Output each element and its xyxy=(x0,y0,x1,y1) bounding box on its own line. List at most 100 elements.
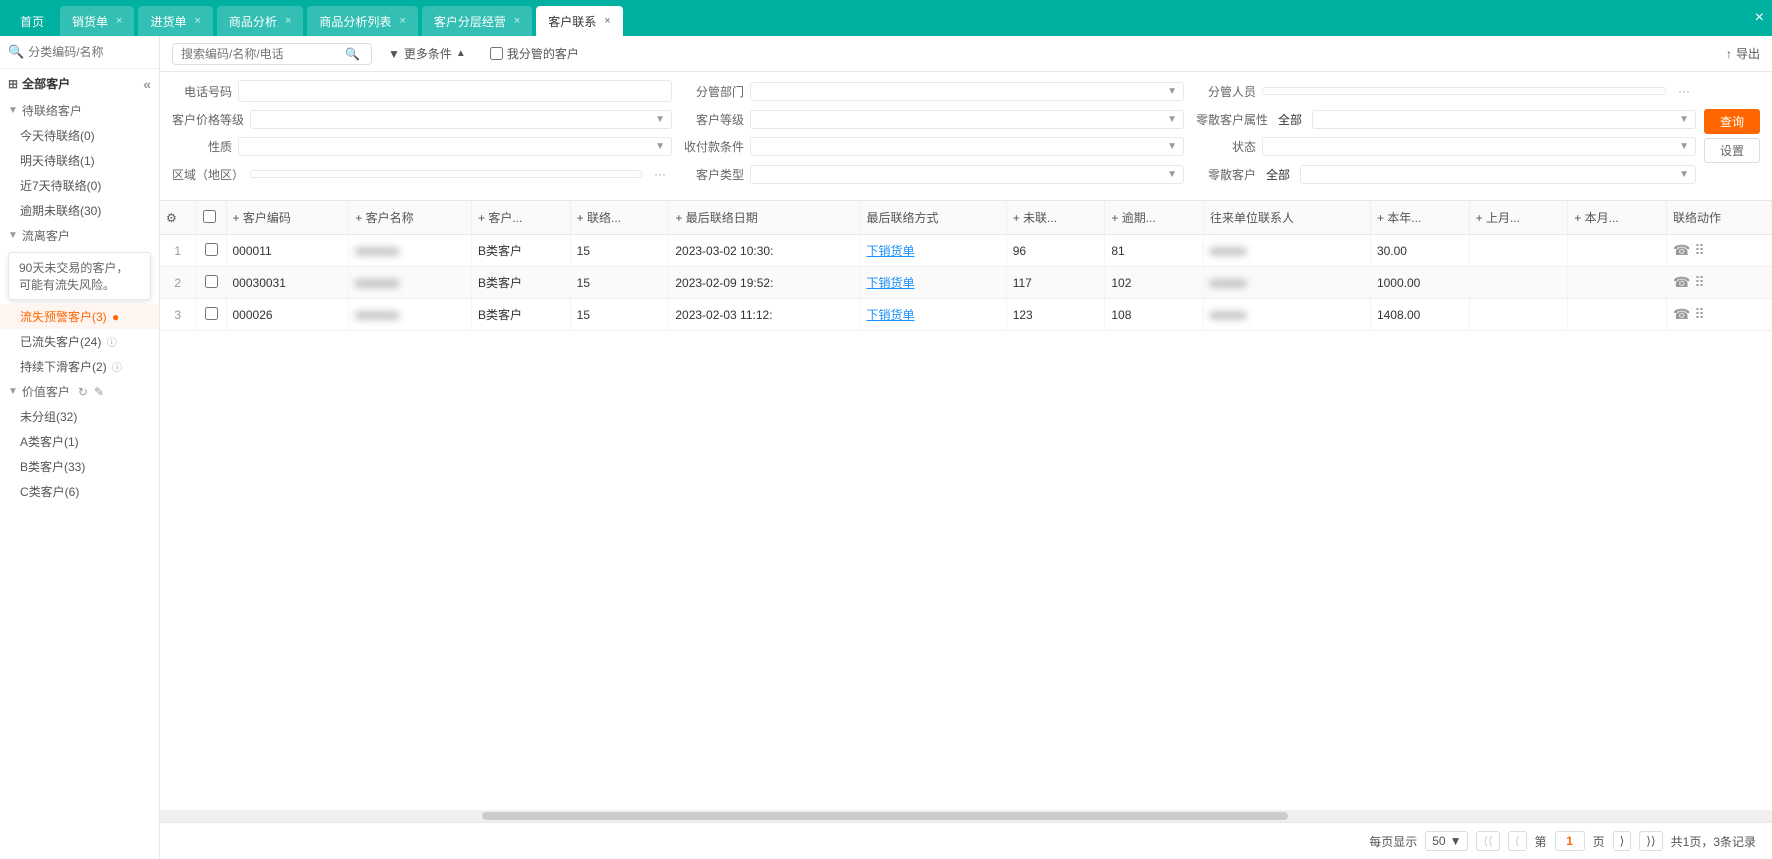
tab-purchase[interactable]: 进货单 × xyxy=(138,6,212,36)
col-this-year[interactable]: + 本年... xyxy=(1370,201,1469,235)
col-action[interactable]: 联络动作 xyxy=(1666,201,1771,235)
row-last-contact-method[interactable]: 下销货单 xyxy=(860,267,1006,299)
phone-input[interactable] xyxy=(238,80,672,102)
manager-more-btn[interactable]: ··· xyxy=(1672,81,1696,101)
sidebar-item-week-pending[interactable]: 近7天待联络(0) xyxy=(0,173,159,198)
page-number-input[interactable] xyxy=(1555,831,1585,851)
row-more-icon[interactable]: ⠿ xyxy=(1694,242,1704,259)
sidebar-item-class-a[interactable]: A类客户(1) xyxy=(0,429,159,454)
tab-goods-list[interactable]: 商品分析列表 × xyxy=(307,6,417,36)
more-conditions-btn[interactable]: ▼ 更多条件 ▲ xyxy=(380,42,474,65)
retail-customer-select[interactable]: ▼ xyxy=(1300,165,1696,184)
region-more-btn[interactable]: ··· xyxy=(648,164,672,184)
manager-select[interactable] xyxy=(1262,87,1666,95)
tab-goods-analysis-close[interactable]: × xyxy=(285,15,291,27)
value-edit-icon[interactable]: ✎ xyxy=(94,385,104,399)
row-checkbox[interactable] xyxy=(205,307,218,320)
row-last-contact-method[interactable]: 下销货单 xyxy=(860,299,1006,331)
col-last-contact-method[interactable]: 最后联络方式 xyxy=(860,201,1006,235)
col-customer-type[interactable]: + 客户... xyxy=(472,201,571,235)
value-refresh-icon[interactable]: ↻ xyxy=(78,385,88,399)
nav-close-all[interactable]: × xyxy=(1755,9,1764,27)
last-page-btn[interactable]: ⟩⟩ xyxy=(1639,831,1662,851)
my-customers-toggle[interactable]: 我分管的客户 xyxy=(482,42,587,65)
sidebar-item-class-c[interactable]: C类客户(6) xyxy=(0,479,159,504)
col-unit-contact[interactable]: 往来单位联系人 xyxy=(1204,201,1371,235)
nature-select[interactable]: ▼ xyxy=(238,137,672,156)
row-more-icon[interactable]: ⠿ xyxy=(1694,306,1704,323)
next-page-btn[interactable]: ⟩ xyxy=(1613,831,1632,851)
sidebar-root[interactable]: ⊞ 全部客户 « xyxy=(0,69,159,98)
sidebar-search-input[interactable] xyxy=(28,45,160,59)
sidebar-item-tomorrow-pending[interactable]: 明天待联络(1) xyxy=(0,148,159,173)
row-contact-icon[interactable]: ☎ xyxy=(1673,242,1690,259)
my-customers-checkbox[interactable] xyxy=(490,47,503,60)
sidebar-item-churned[interactable]: 已流失客户(24) ⓘ xyxy=(0,329,159,354)
tab-goods-list-close[interactable]: × xyxy=(399,15,405,27)
tab-sales[interactable]: 销货单 × xyxy=(60,6,134,36)
customer-type-select[interactable]: ▼ xyxy=(750,165,1184,184)
sidebar-item-ungrouped[interactable]: 未分组(32) xyxy=(0,404,159,429)
search-input[interactable] xyxy=(181,47,341,61)
status-select[interactable]: ▼ xyxy=(1262,137,1696,156)
settings-btn[interactable]: 设置 xyxy=(1704,138,1760,163)
tab-customer-tier-close[interactable]: × xyxy=(514,15,520,27)
col-settings[interactable]: ⚙ xyxy=(160,201,196,235)
price-tier-select[interactable]: ▼ xyxy=(250,110,672,129)
retail-attr-select[interactable]: ▼ xyxy=(1312,110,1696,129)
sidebar-item-class-b[interactable]: B类客户(33) xyxy=(0,454,159,479)
col-last-contact-date[interactable]: + 最后联络日期 xyxy=(669,201,860,235)
scrollbar-thumb[interactable] xyxy=(482,812,1288,820)
first-page-btn[interactable]: ⟨⟨ xyxy=(1476,831,1499,851)
sidebar-item-today-pending[interactable]: 今天待联络(0) xyxy=(0,123,159,148)
sidebar-search-box[interactable]: 🔍 xyxy=(0,36,159,69)
customer-tier-select[interactable]: ▼ xyxy=(750,110,1184,129)
tab-sales-close[interactable]: × xyxy=(116,15,122,27)
row-last-contact-method[interactable]: 下销货单 xyxy=(860,235,1006,267)
contact-method-link[interactable]: 下销货单 xyxy=(866,244,914,258)
tab-goods-analysis[interactable]: 商品分析 × xyxy=(217,6,303,36)
col-this-month[interactable]: + 本月... xyxy=(1568,201,1667,235)
region-select[interactable] xyxy=(250,170,642,178)
export-btn[interactable]: ↑ 导出 xyxy=(1726,45,1760,62)
settings-icon[interactable]: ⚙ xyxy=(166,211,177,225)
row-checkbox[interactable] xyxy=(205,243,218,256)
row-more-icon[interactable]: ⠿ xyxy=(1694,274,1704,291)
payment-select[interactable]: ▼ xyxy=(750,137,1184,156)
sidebar-item-overdue-pending[interactable]: 逾期未联络(30) xyxy=(0,198,159,223)
row-checkbox-cell[interactable] xyxy=(196,267,226,299)
sidebar-section-value[interactable]: ▼ 价值客户 ↻ ✎ xyxy=(0,379,159,404)
tab-customer-tier[interactable]: 客户分层经营 × xyxy=(422,6,532,36)
select-all-checkbox[interactable] xyxy=(203,210,216,223)
row-contact-icon[interactable]: ☎ xyxy=(1673,306,1690,323)
sidebar-collapse-btn[interactable]: « xyxy=(143,76,151,92)
tab-home[interactable]: 首页 xyxy=(8,6,56,36)
dept-select[interactable]: ▼ xyxy=(750,82,1184,101)
row-checkbox-cell[interactable] xyxy=(196,235,226,267)
contact-method-link[interactable]: 下销货单 xyxy=(866,276,914,290)
col-overdue[interactable]: + 逾期... xyxy=(1105,201,1204,235)
search-box[interactable]: 🔍 xyxy=(172,43,372,65)
col-contact[interactable]: + 联络... xyxy=(570,201,669,235)
contact-method-link[interactable]: 下销货单 xyxy=(866,308,914,322)
col-customer-name[interactable]: + 客户名称 xyxy=(349,201,472,235)
row-checkbox-cell[interactable] xyxy=(196,299,226,331)
col-uncontacted[interactable]: + 未联... xyxy=(1006,201,1105,235)
sidebar-item-churn-warning[interactable]: 流失预警客户(3) ● xyxy=(0,304,159,329)
sidebar-section-churn[interactable]: ▼ 流离客户 xyxy=(0,223,159,248)
page-size-select[interactable]: 50 ▼ xyxy=(1425,831,1468,851)
col-last-month[interactable]: + 上月... xyxy=(1469,201,1568,235)
prev-page-btn[interactable]: ⟨ xyxy=(1508,831,1527,851)
horizontal-scrollbar[interactable] xyxy=(160,810,1772,822)
col-checkbox-header[interactable] xyxy=(196,201,226,235)
tab-customer-contact-close[interactable]: × xyxy=(604,15,610,27)
sidebar-item-declining[interactable]: 持续下滑客户(2) ⓘ xyxy=(0,354,159,379)
tab-purchase-close[interactable]: × xyxy=(194,15,200,27)
col-customer-code[interactable]: + 客户编码 xyxy=(226,201,349,235)
dept-label: 分管部门 xyxy=(684,83,744,100)
query-btn[interactable]: 查询 xyxy=(1704,109,1760,134)
tab-customer-contact[interactable]: 客户联系 × xyxy=(536,6,622,36)
row-contact-icon[interactable]: ☎ xyxy=(1673,274,1690,291)
row-checkbox[interactable] xyxy=(205,275,218,288)
sidebar-section-pending[interactable]: ▼ 待联络客户 xyxy=(0,98,159,123)
